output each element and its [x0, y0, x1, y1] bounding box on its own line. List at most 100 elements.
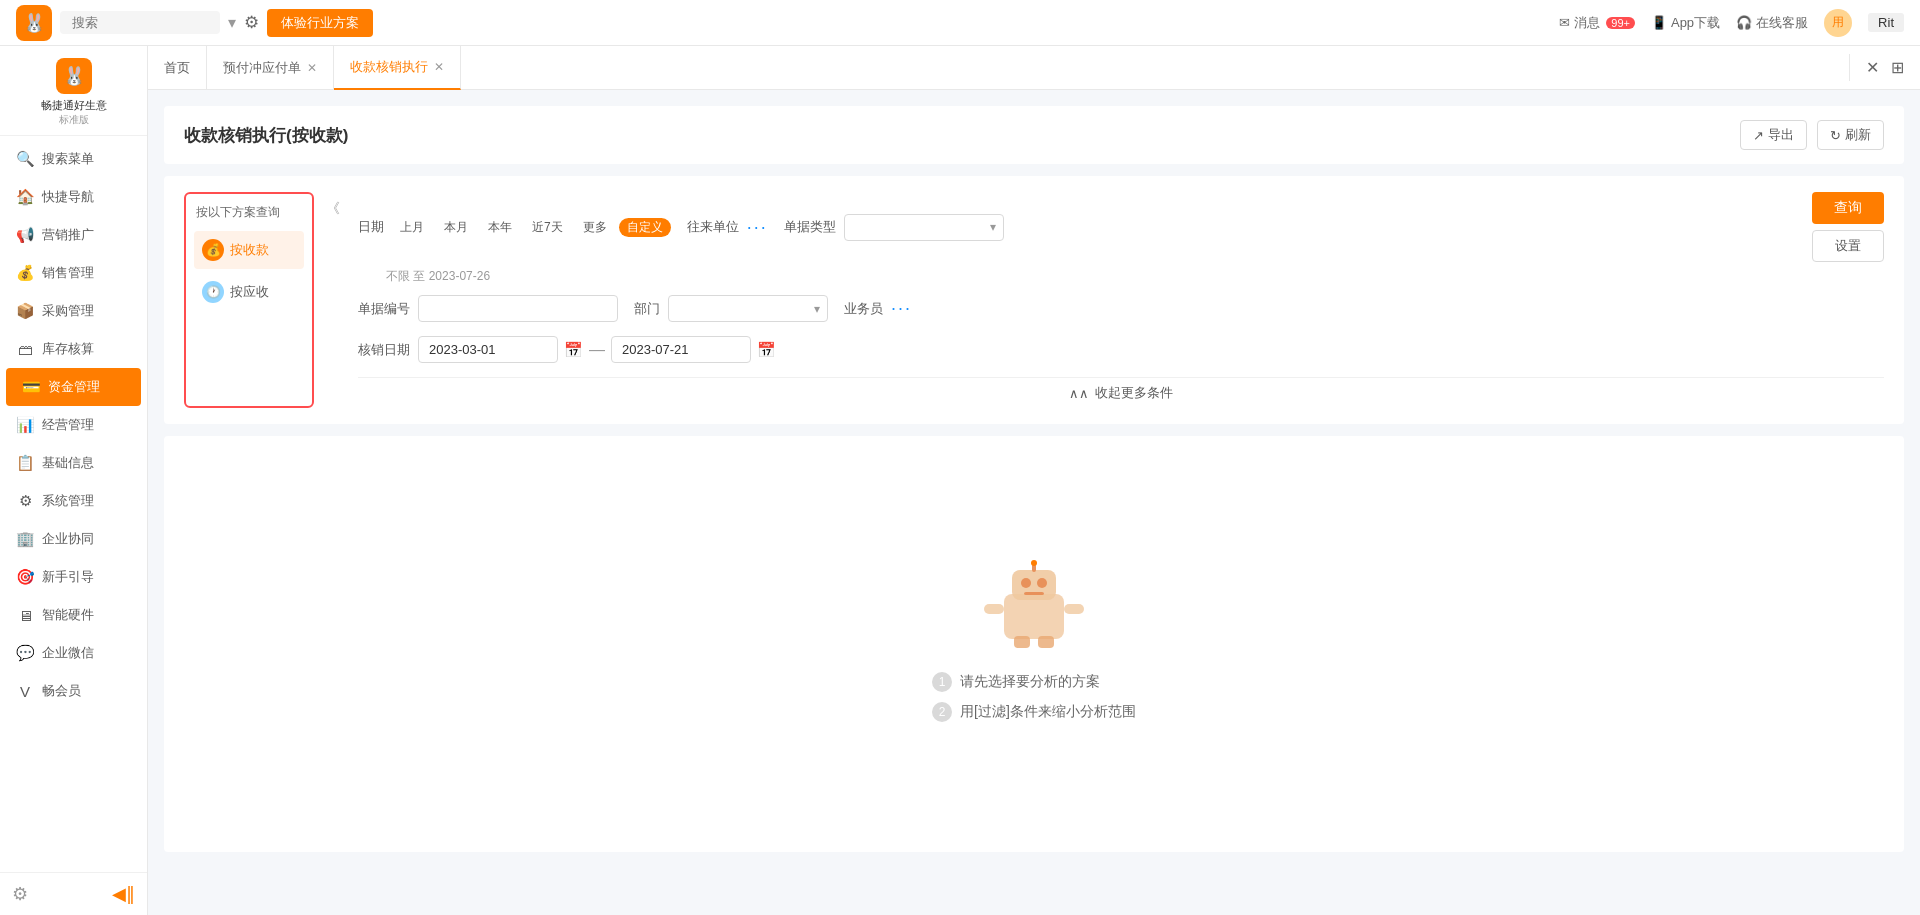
chevron-down-icon[interactable]: ▾: [228, 13, 236, 32]
avatar[interactable]: 用: [1824, 9, 1852, 37]
tab-receipt[interactable]: 收款核销执行✕: [334, 46, 461, 90]
filter-settings-btn[interactable]: 设置: [1812, 230, 1884, 262]
member-icon: V: [16, 682, 34, 700]
receivable-icon: 🕐: [202, 281, 224, 303]
date-btn-this-year[interactable]: 本年: [480, 217, 520, 238]
collapse-more-btn[interactable]: ∧∧ 收起更多条件: [358, 377, 1884, 408]
app-download-btn[interactable]: 📱 App下载: [1651, 14, 1720, 32]
sidebar-item-label-marketing: 营销推广: [42, 226, 94, 244]
sidebar-item-search[interactable]: 🔍 搜索菜单: [0, 140, 147, 178]
sidebar-item-label-member: 畅会员: [42, 682, 81, 700]
empty-state-container: 1 请先选择要分析的方案 2 用[过滤]条件来缩小分析范围: [164, 436, 1904, 852]
sidebar-item-guide[interactable]: 🎯 新手引导: [0, 558, 147, 596]
staff-input[interactable]: ···: [891, 298, 912, 319]
collapse-sidebar-icon[interactable]: ◀‖: [112, 883, 135, 905]
tab-home[interactable]: 首页: [148, 46, 207, 90]
svg-rect-1: [1012, 570, 1056, 600]
refresh-btn[interactable]: ↻ 刷新: [1817, 120, 1884, 150]
verify-date-end-input[interactable]: [611, 336, 751, 363]
date-no-limit-row: 不限 至 2023-07-26: [358, 268, 1884, 285]
top-bar: 🐰 ▾ ⚙ 体验行业方案 ✉ 消息 99+ 📱 App下载 🎧 在线客服 用 R…: [0, 0, 1920, 46]
sidebar-item-member[interactable]: V 畅会员: [0, 672, 147, 710]
sidebar-item-operation[interactable]: 📊 经营管理: [0, 406, 147, 444]
doc-number-input[interactable]: [418, 295, 618, 322]
doc-number-label: 单据编号: [358, 300, 410, 318]
industry-btn[interactable]: 体验行业方案: [267, 9, 373, 37]
hardware-icon: 🖥: [16, 606, 34, 624]
doc-type-label: 单据类型: [784, 218, 836, 236]
sidebar-item-label-inventory: 库存核算: [42, 340, 94, 358]
filter-option-by-receipt[interactable]: 💰 按收款: [194, 231, 304, 269]
doc-type-select[interactable]: [844, 214, 1004, 241]
staff-label: 业务员: [844, 300, 883, 318]
gear-icon[interactable]: ⚙: [244, 12, 259, 33]
hint-num-2: 2: [932, 702, 952, 722]
close-tab-icon[interactable]: ✕: [1862, 54, 1883, 81]
sidebar-item-hardware[interactable]: 🖥 智能硬件: [0, 596, 147, 634]
guide-icon: 🎯: [16, 568, 34, 586]
date-field: 日期 上月 本月 本年 近7天 更多 自定义: [358, 217, 671, 238]
collapse-left-icon: 《: [326, 200, 340, 218]
tab-bar: 首页预付冲应付单✕收款核销执行✕ ✕ ⊞: [148, 46, 1920, 90]
sidebar-item-marketing[interactable]: 📢 营销推广: [0, 216, 147, 254]
sidebar-item-weixin[interactable]: 💬 企业微信: [0, 634, 147, 672]
tab-prepay[interactable]: 预付冲应付单✕: [207, 46, 334, 90]
marketing-icon: 📢: [16, 226, 34, 244]
date-btn-7days[interactable]: 近7天: [524, 217, 571, 238]
dept-select[interactable]: [668, 295, 828, 322]
doc-number-field: 单据编号: [358, 295, 618, 322]
filter-option-by-receivable[interactable]: 🕐 按应收: [194, 273, 304, 311]
settings-icon[interactable]: ⚙: [12, 883, 28, 905]
top-search-input[interactable]: [60, 11, 220, 34]
sidebar-item-corp[interactable]: 🏢 企业协同: [0, 520, 147, 558]
empty-state: 1 请先选择要分析的方案 2 用[过滤]条件来缩小分析范围: [164, 476, 1904, 812]
date-label: 日期: [358, 218, 384, 236]
calendar-end-icon[interactable]: 📅: [757, 341, 776, 359]
verify-date-label: 核销日期: [358, 341, 410, 359]
doc-type-field: 单据类型: [784, 214, 1004, 241]
date-range-text: 2023-07-26: [429, 269, 490, 283]
logo-icon: 🐰: [16, 5, 52, 41]
corp-icon: 🏢: [16, 530, 34, 548]
empty-hint-2: 2 用[过滤]条件来缩小分析范围: [932, 702, 1136, 722]
date-btn-more[interactable]: 更多: [575, 217, 615, 238]
date-quick-btns: 上月 本月 本年 近7天 更多 自定义: [392, 217, 671, 238]
date-btn-this-month[interactable]: 本月: [436, 217, 476, 238]
tab-close-prepay[interactable]: ✕: [307, 61, 317, 75]
system-icon: ⚙: [16, 492, 34, 510]
sidebar-item-system[interactable]: ⚙ 系统管理: [0, 482, 147, 520]
date-no-limit-text: 不限: [386, 269, 410, 283]
sidebar-item-finance[interactable]: 💳 资金管理: [6, 368, 141, 406]
svg-rect-7: [984, 604, 1004, 614]
sidebar-item-label-guide: 新手引导: [42, 568, 94, 586]
sidebar-item-basic[interactable]: 📋 基础信息: [0, 444, 147, 482]
counterparty-input[interactable]: ···: [747, 217, 768, 238]
sidebar-item-quicknav[interactable]: 🏠 快捷导航: [0, 178, 147, 216]
export-btn[interactable]: ↗ 导出: [1740, 120, 1807, 150]
query-btn[interactable]: 查询: [1812, 192, 1884, 224]
empty-hint-1: 1 请先选择要分析的方案: [932, 672, 1136, 692]
tab-close-receipt[interactable]: ✕: [434, 60, 444, 74]
filter-main: 日期 上月 本月 本年 近7天 更多 自定义: [358, 192, 1884, 408]
sidebar-item-label-corp: 企业协同: [42, 530, 94, 548]
search-icon: 🔍: [16, 150, 34, 168]
verify-date-field: 核销日期 📅 — 📅: [358, 336, 776, 363]
message-btn[interactable]: ✉ 消息 99+: [1559, 14, 1635, 32]
filter-sidebar-title: 按以下方案查询: [194, 204, 304, 221]
inventory-icon: 🗃: [16, 340, 34, 358]
sidebar-bottom: ⚙ ◀‖: [0, 872, 147, 915]
collapse-more-label: 收起更多条件: [1095, 384, 1173, 402]
verify-date-start-input[interactable]: [418, 336, 558, 363]
date-btn-last-month[interactable]: 上月: [392, 217, 432, 238]
svg-rect-8: [1064, 604, 1084, 614]
sidebar-item-inventory[interactable]: 🗃 库存核算: [0, 330, 147, 368]
filter-collapse-btn[interactable]: 《: [326, 192, 346, 408]
sidebar-item-sales[interactable]: 💰 销售管理: [0, 254, 147, 292]
date-custom-badge[interactable]: 自定义: [619, 218, 671, 237]
staff-field: 业务员 ···: [844, 298, 912, 319]
expand-tab-icon[interactable]: ⊞: [1887, 54, 1908, 81]
online-service-btn[interactable]: 🎧 在线客服: [1736, 14, 1808, 32]
sidebar-item-purchase[interactable]: 📦 采购管理: [0, 292, 147, 330]
message-label: 消息: [1574, 14, 1600, 32]
calendar-start-icon[interactable]: 📅: [564, 341, 583, 359]
